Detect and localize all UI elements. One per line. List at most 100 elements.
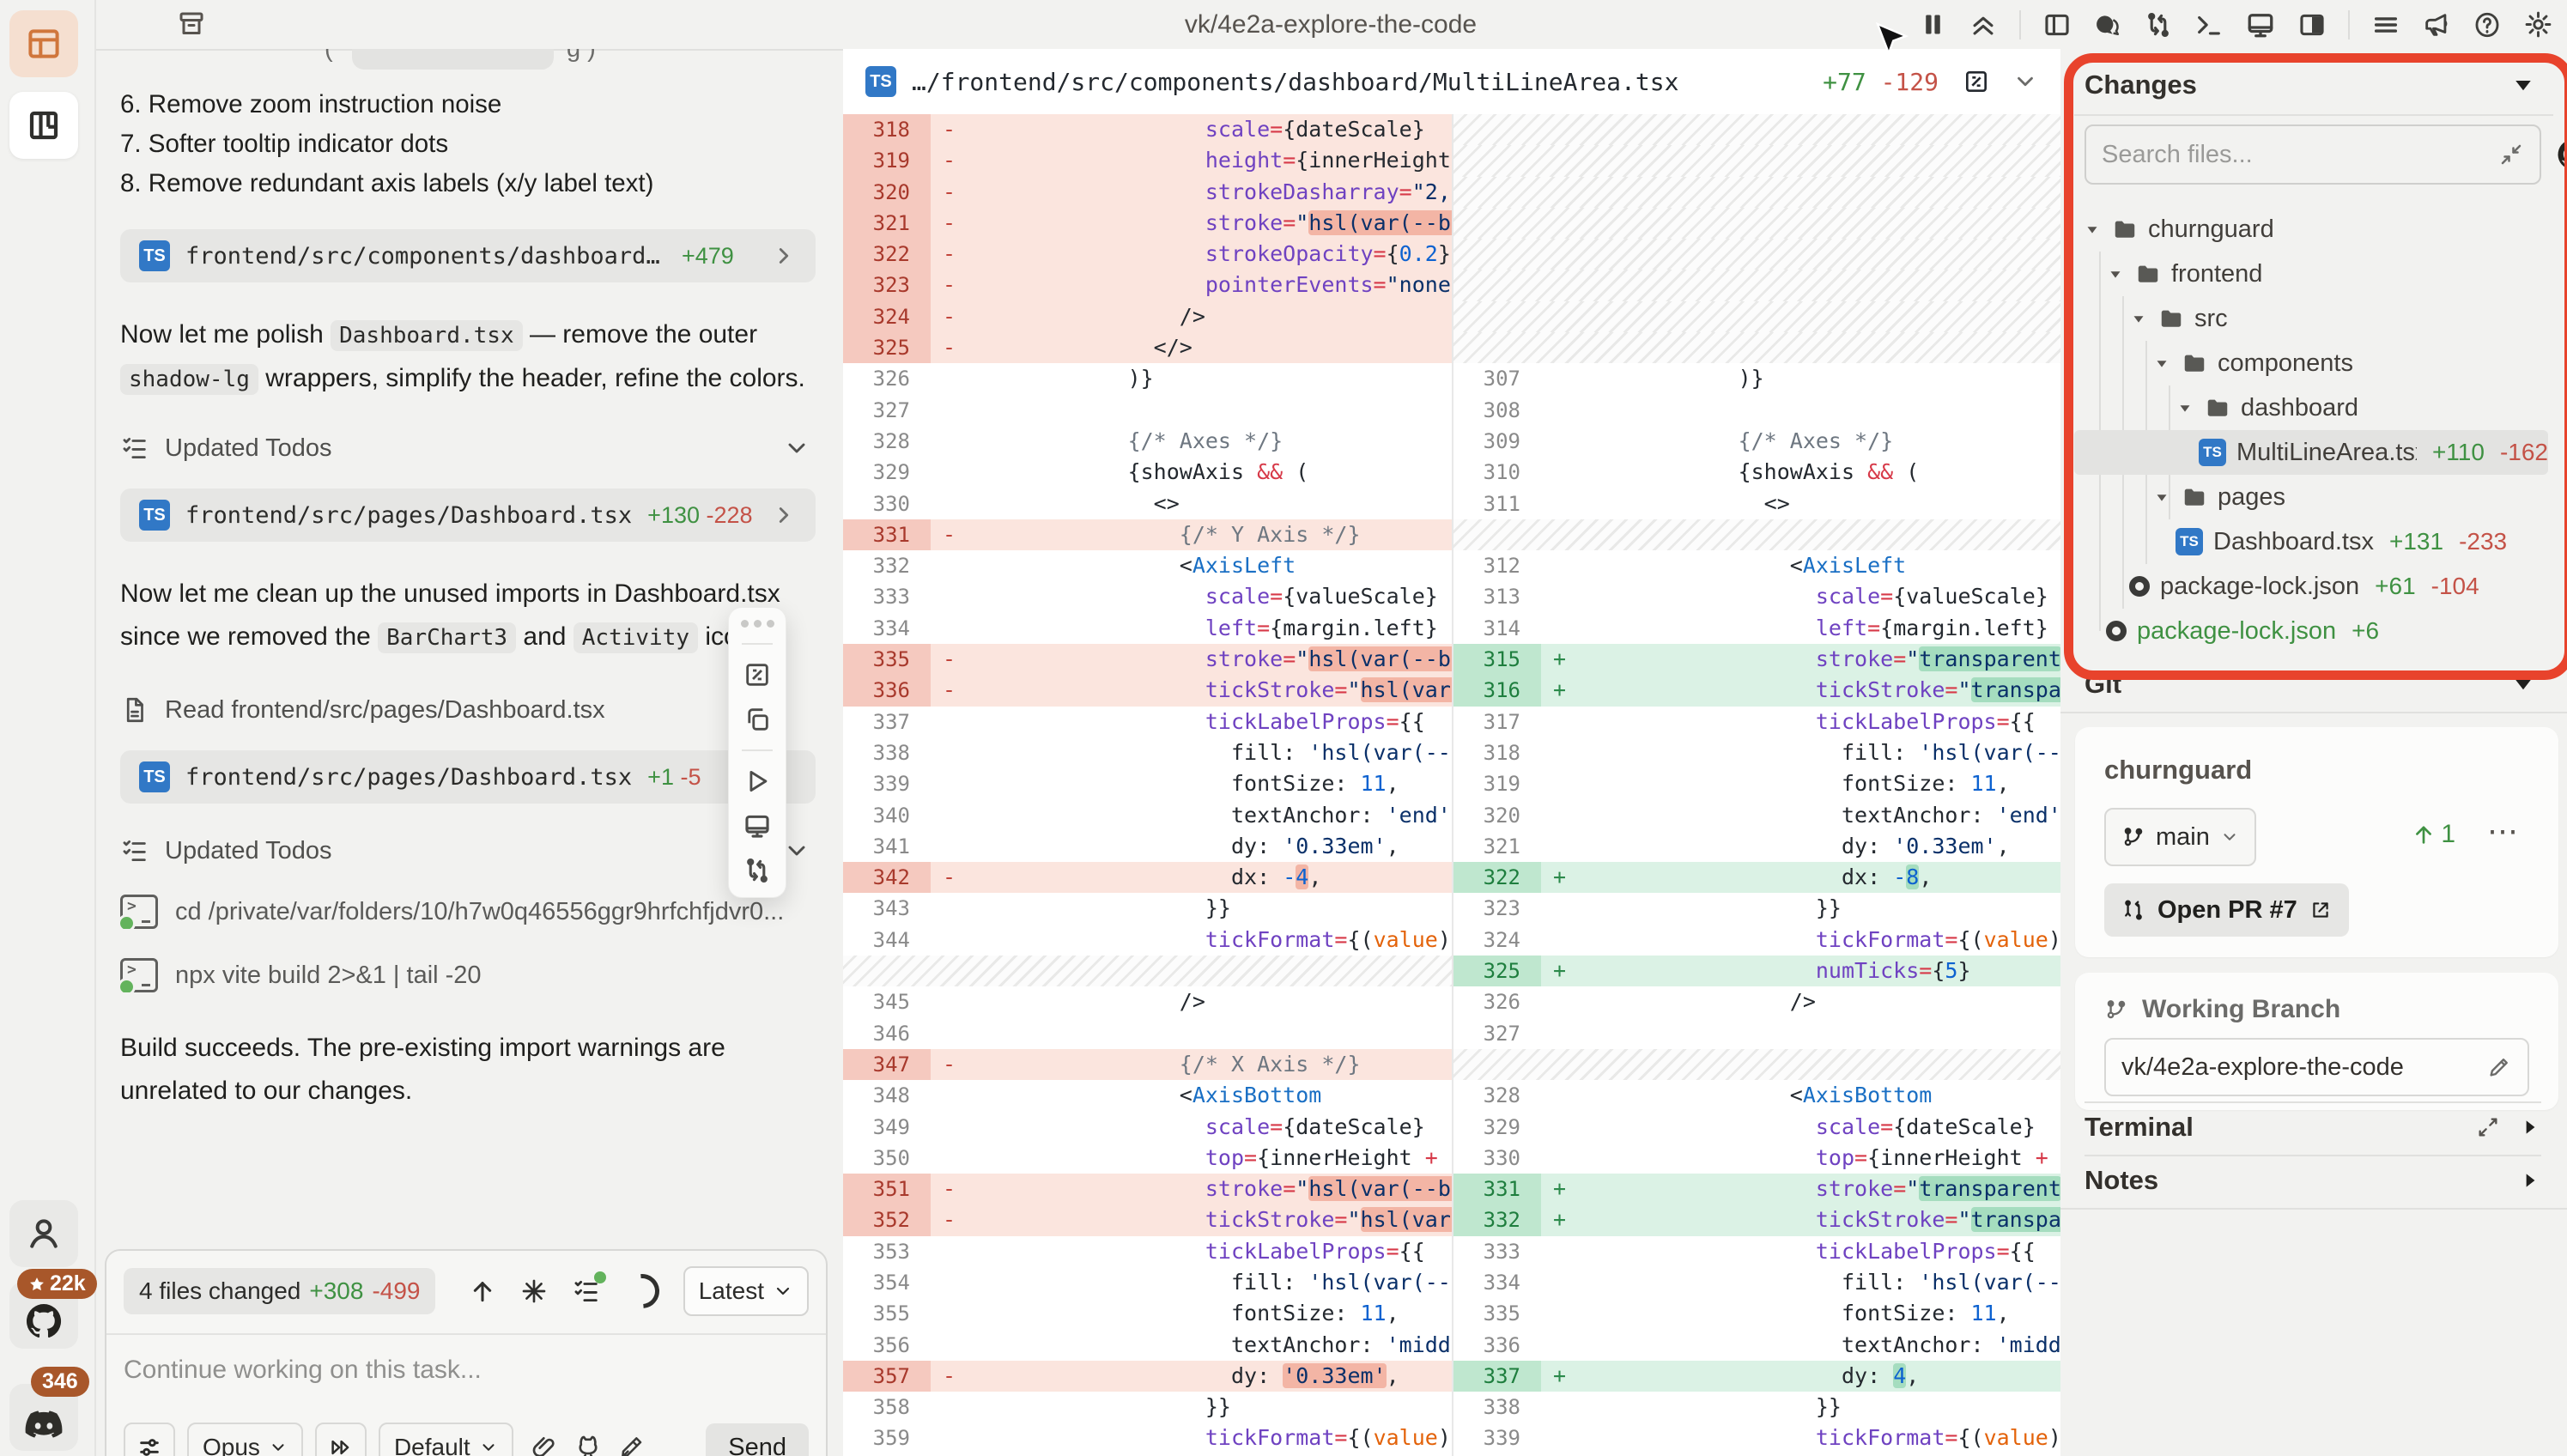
tree-row-package-lock-json[interactable]: package-lock.json+6 [2074,609,2548,653]
inline-code: shadow-lg [120,364,258,395]
attach-paperclip-icon[interactable] [531,1434,558,1456]
chevron-down-icon[interactable] [2012,69,2038,94]
chevron-down-icon [773,1281,793,1301]
gear-icon[interactable] [2523,9,2553,39]
chat-bubble-icon[interactable] [2093,10,2122,39]
diff-line: 330 <> [843,488,1452,519]
updated-todos-row[interactable]: Updated Todos [120,836,816,865]
panel-left-icon[interactable] [2042,10,2072,39]
diff-line [1453,239,2060,270]
git-compare-icon[interactable] [743,856,772,885]
tree-row-pages[interactable]: pages [2074,475,2548,519]
pencil-icon[interactable] [2486,1054,2512,1080]
tree-row-package-lock-json[interactable]: package-lock.json+61-104 [2074,564,2548,609]
notes-section-header[interactable]: Notes [2085,1155,2541,1204]
git-title: Git [2085,669,2121,700]
terminal-title: Terminal [2085,1112,2194,1143]
chevron-right-icon [771,502,797,528]
help-icon[interactable] [2473,10,2502,39]
updated-todos-row[interactable]: Updated Todos [120,434,816,463]
open-in-editor-icon[interactable] [743,660,772,689]
working-branch-input[interactable]: vk/4e2a-explore-the-code [2104,1038,2529,1096]
search-files-input[interactable]: Search files... [2085,124,2541,185]
collapse-tree-icon[interactable] [2498,142,2524,167]
settings-sliders-button[interactable] [124,1423,175,1456]
chevron-down-icon[interactable] [783,837,810,864]
layout-icon [25,25,63,63]
model-dropdown[interactable]: Opus [187,1423,303,1456]
terminal-command-row[interactable]: npx vite build 2>&1 | tail -20 [120,958,816,992]
message-input[interactable]: Continue working on this task... [124,1356,809,1385]
branch-dropdown[interactable]: main [2104,808,2256,866]
typescript-icon: TS [2176,528,2203,555]
changes-section-header[interactable]: Changes [2085,70,2536,100]
diff-line: 334 fill: 'hsl(var(--mu [1453,1267,2060,1298]
chevron-down-icon [2220,828,2239,846]
tree-row-components[interactable]: components [2074,341,2548,385]
fast-forward-button[interactable] [315,1423,367,1456]
terminal-section-header[interactable]: Terminal [2085,1101,2541,1151]
copy-icon[interactable] [743,705,772,734]
mode-dropdown[interactable]: Default [379,1423,513,1456]
tree-row-churnguard[interactable]: churnguard [2074,207,2548,252]
chevrons-up-icon[interactable] [1969,10,1998,39]
terminal-prompt-icon[interactable] [2194,10,2224,39]
typescript-icon: TS [139,240,170,271]
discord-count-badge: 346 [31,1367,89,1397]
tree-row-src[interactable]: src [2074,296,2548,341]
open-pr-button[interactable]: Open PR #7 [2104,883,2349,937]
workspace-layout-button[interactable] [9,10,78,77]
diff-line [1453,519,2060,550]
account-button[interactable] [9,1200,78,1267]
caret-right-icon[interactable] [2519,1116,2541,1138]
tree-row-frontend[interactable]: frontend [2074,252,2548,296]
tree-row-multilinearea-tsx[interactable]: TSMultiLineArea.tsx+110-162 [2074,430,2548,475]
scroll-to-top-icon[interactable] [469,1277,496,1305]
open-in-editor-icon[interactable] [1963,68,1990,95]
run-play-icon[interactable] [743,767,772,796]
diff-line: 331+ stroke="transparent" [1453,1174,2060,1204]
archive-box-icon[interactable] [176,9,207,39]
diff-line: 315+ stroke="transparent" [1453,644,2060,675]
diff-line: 351- stroke="hsl(var(--bord [843,1174,1452,1204]
drag-handle-dots[interactable] [741,620,774,628]
caret-right-icon[interactable] [2519,1169,2541,1192]
kanban-board-button[interactable] [9,92,78,159]
panel-right-icon[interactable] [2297,10,2327,39]
files-changed-pill[interactable]: 4 files changed +308 -499 [124,1268,435,1314]
changes-file-tree: churnguardfrontendsrccomponentsdashboard… [2074,207,2548,653]
diff-line: 326 /> [1453,986,2060,1017]
more-menu[interactable]: ⋯ [2487,813,2521,849]
caret-down-icon [2106,264,2125,283]
expand-icon[interactable] [2476,1115,2500,1139]
diff-removed: -129 [1881,68,1939,96]
git-section-header[interactable]: Git [2085,669,2536,700]
spark-icon[interactable] [520,1277,548,1305]
file-change-chip-dashboard[interactable]: TS frontend/src/pages/Dashboard.tsx +130… [120,488,816,542]
menu-icon[interactable] [2371,10,2400,39]
todos-status-icon[interactable] [572,1277,601,1306]
diff-line: 329 {showAxis && ( [843,457,1452,488]
send-button[interactable]: Send [706,1423,809,1456]
diff-file-path: …/frontend/src/components/dashboard/Mult… [912,68,1678,96]
diff-line [1453,270,2060,300]
pause-icon[interactable] [1919,10,1947,39]
chevron-down-icon[interactable] [783,434,810,462]
tree-row-dashboard[interactable]: dashboard [2074,385,2548,430]
github-cat-icon[interactable] [573,1433,603,1456]
preview-monitor-icon[interactable] [743,811,772,840]
monitor-icon[interactable] [2245,9,2276,40]
megaphone-icon[interactable] [2422,10,2451,39]
file-change-chip-dashboard-2[interactable]: TS frontend/src/pages/Dashboard.tsx +1 -… [120,750,816,804]
file-change-chip-multilinearea[interactable]: TS frontend/src/components/dashboard/Mul… [120,229,816,282]
git-compare-icon[interactable] [2144,10,2173,39]
tree-row-dashboard-tsx[interactable]: TSDashboard.tsx+131-233 [2074,519,2548,564]
read-file-row[interactable]: Read frontend/src/pages/Dashboard.tsx [120,695,816,725]
sign-pen-icon[interactable] [618,1434,646,1456]
diff-line: 359 tickFormat={(value) [843,1423,1452,1453]
latest-dropdown[interactable]: Latest [683,1266,809,1316]
diff-line: 321 dy: '0.33em', [1453,831,2060,862]
terminal-command-row[interactable]: cd /private/var/folders/10/h7w0q46556ggr… [120,895,816,929]
diff-line: 311 <> [1453,488,2060,519]
github-cat-icon[interactable] [2555,136,2567,173]
